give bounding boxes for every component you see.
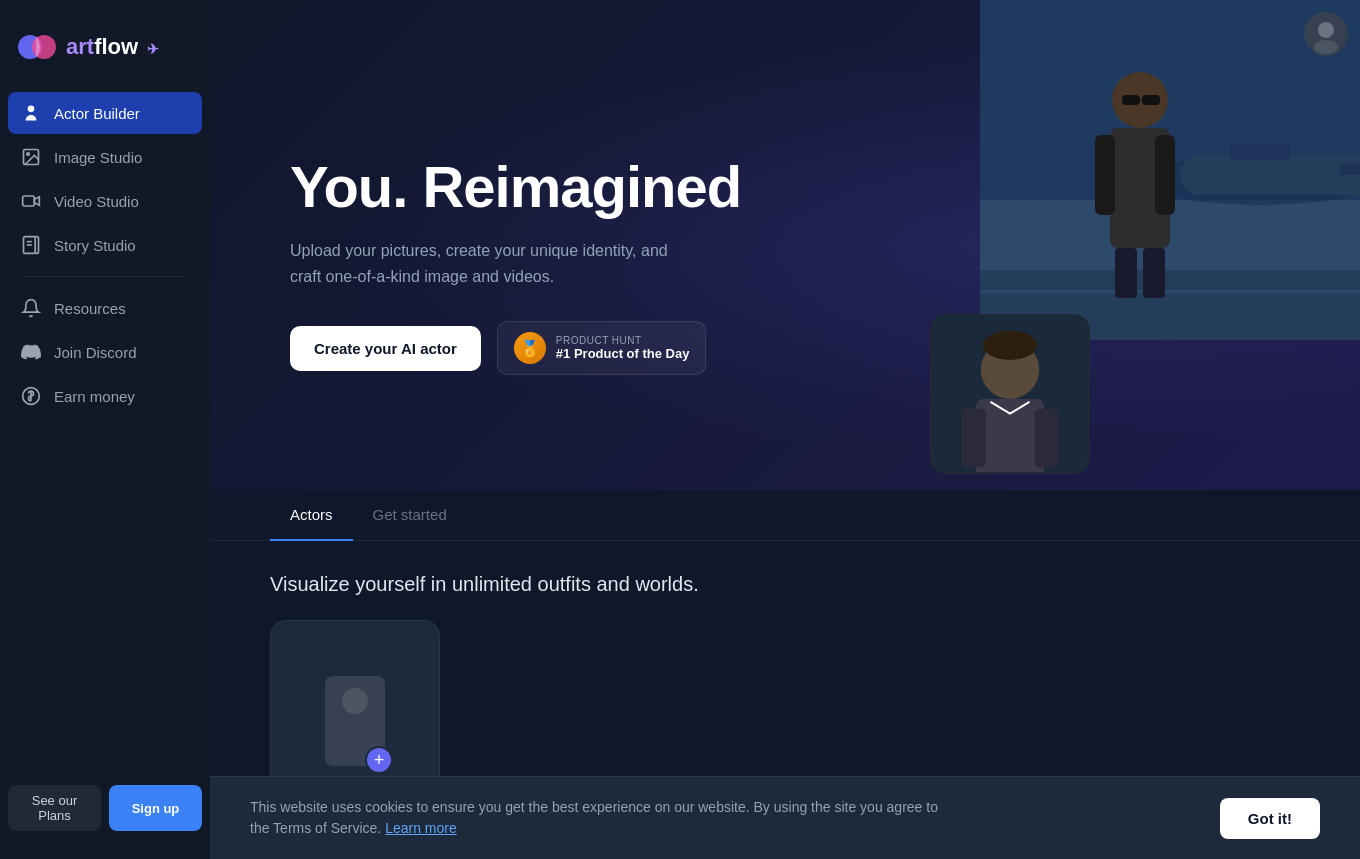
svg-point-4 <box>27 153 29 156</box>
product-hunt-title: #1 Product of the Day <box>556 346 690 361</box>
nav-items: Actor Builder Image Studio Video Studio <box>0 92 210 773</box>
product-hunt-badge: 🏅 PRODUCT HUNT #1 Product of the Day <box>497 321 707 375</box>
got-it-button[interactable]: Got it! <box>1220 798 1320 839</box>
svg-rect-21 <box>1115 248 1137 298</box>
cookie-banner: This website uses cookies to ensure you … <box>210 776 1360 859</box>
svg-point-27 <box>1318 22 1334 38</box>
hero-main-image <box>980 0 1360 340</box>
book-icon <box>20 234 42 256</box>
tabs-section: Actors Get started <box>210 490 1360 541</box>
logo-icon <box>16 26 58 68</box>
cookie-message: This website uses cookies to ensure you … <box>250 797 950 839</box>
svg-rect-23 <box>1122 95 1140 105</box>
product-hunt-medal-icon: 🏅 <box>514 332 546 364</box>
hero-images <box>930 0 1360 490</box>
nav-divider <box>24 276 186 277</box>
dollar-icon <box>20 385 42 407</box>
svg-rect-32 <box>961 409 985 468</box>
video-icon <box>20 190 42 212</box>
tab-get-started[interactable]: Get started <box>353 490 467 541</box>
sidebar-item-story-studio[interactable]: Story Studio <box>8 224 202 266</box>
svg-rect-22 <box>1143 248 1165 298</box>
actor-figure-placeholder: + <box>325 676 385 766</box>
svg-rect-13 <box>1180 155 1360 195</box>
logo-text: artflow ✈ <box>66 34 159 60</box>
discord-icon <box>20 341 42 363</box>
sidebar: artflow ✈ Actor Builder Image Studio <box>0 0 210 859</box>
sidebar-item-join-discord[interactable]: Join Discord <box>8 331 202 373</box>
section-subtitle: Visualize yourself in unlimited outfits … <box>270 573 1300 596</box>
main-content: You. Reimagined Upload your pictures, cr… <box>210 0 1360 859</box>
sidebar-item-resources[interactable]: Resources <box>8 287 202 329</box>
sidebar-item-video-studio-label: Video Studio <box>54 193 139 210</box>
add-actor-icon: + <box>365 746 393 774</box>
sidebar-item-earn-money-label: Earn money <box>54 388 135 405</box>
create-actor-button[interactable]: Create your AI actor <box>290 326 481 371</box>
sidebar-item-video-studio[interactable]: Video Studio <box>8 180 202 222</box>
svg-point-1 <box>32 35 56 59</box>
product-hunt-label: PRODUCT HUNT <box>556 335 690 346</box>
sidebar-item-image-studio[interactable]: Image Studio <box>8 136 202 178</box>
hero-subtitle: Upload your pictures, create your unique… <box>290 238 690 289</box>
hero-content: You. Reimagined Upload your pictures, cr… <box>290 155 741 376</box>
avatar-small <box>1304 12 1348 56</box>
svg-rect-5 <box>23 196 35 206</box>
logo-area: artflow ✈ <box>0 16 210 92</box>
hero-main-svg <box>980 0 1360 340</box>
person-icon <box>20 102 42 124</box>
bell-icon <box>20 297 42 319</box>
sign-up-button[interactable]: Sign up <box>109 785 202 831</box>
svg-rect-14 <box>1230 145 1290 160</box>
sidebar-item-earn-money[interactable]: Earn money <box>8 375 202 417</box>
hero-actions: Create your AI actor 🏅 PRODUCT HUNT #1 P… <box>290 321 741 375</box>
product-hunt-text: PRODUCT HUNT #1 Product of the Day <box>556 335 690 361</box>
svg-rect-33 <box>1034 409 1058 468</box>
learn-more-link[interactable]: Learn more <box>385 820 457 836</box>
svg-point-2 <box>28 106 35 113</box>
svg-rect-16 <box>980 290 1360 293</box>
tab-actors[interactable]: Actors <box>270 490 353 541</box>
svg-point-34 <box>983 331 1038 360</box>
sidebar-item-image-studio-label: Image Studio <box>54 149 142 166</box>
svg-rect-20 <box>1155 135 1175 215</box>
see-plans-button[interactable]: See our Plans <box>8 785 101 831</box>
sidebar-item-join-discord-label: Join Discord <box>54 344 137 361</box>
hero-secondary-svg <box>932 314 1088 474</box>
sidebar-item-resources-label: Resources <box>54 300 126 317</box>
svg-point-35 <box>342 688 368 714</box>
hero-section: You. Reimagined Upload your pictures, cr… <box>210 0 1360 490</box>
svg-rect-36 <box>340 714 370 756</box>
hero-title: You. Reimagined <box>290 155 741 219</box>
svg-rect-19 <box>1095 135 1115 215</box>
hero-secondary-image <box>930 314 1090 474</box>
svg-rect-31 <box>976 399 1044 474</box>
svg-rect-24 <box>1142 95 1160 105</box>
sidebar-bottom: See our Plans Sign up <box>0 773 210 843</box>
sidebar-item-actor-builder-label: Actor Builder <box>54 105 140 122</box>
image-icon <box>20 146 42 168</box>
sidebar-item-actor-builder[interactable]: Actor Builder <box>8 92 202 134</box>
sidebar-item-story-studio-label: Story Studio <box>54 237 136 254</box>
